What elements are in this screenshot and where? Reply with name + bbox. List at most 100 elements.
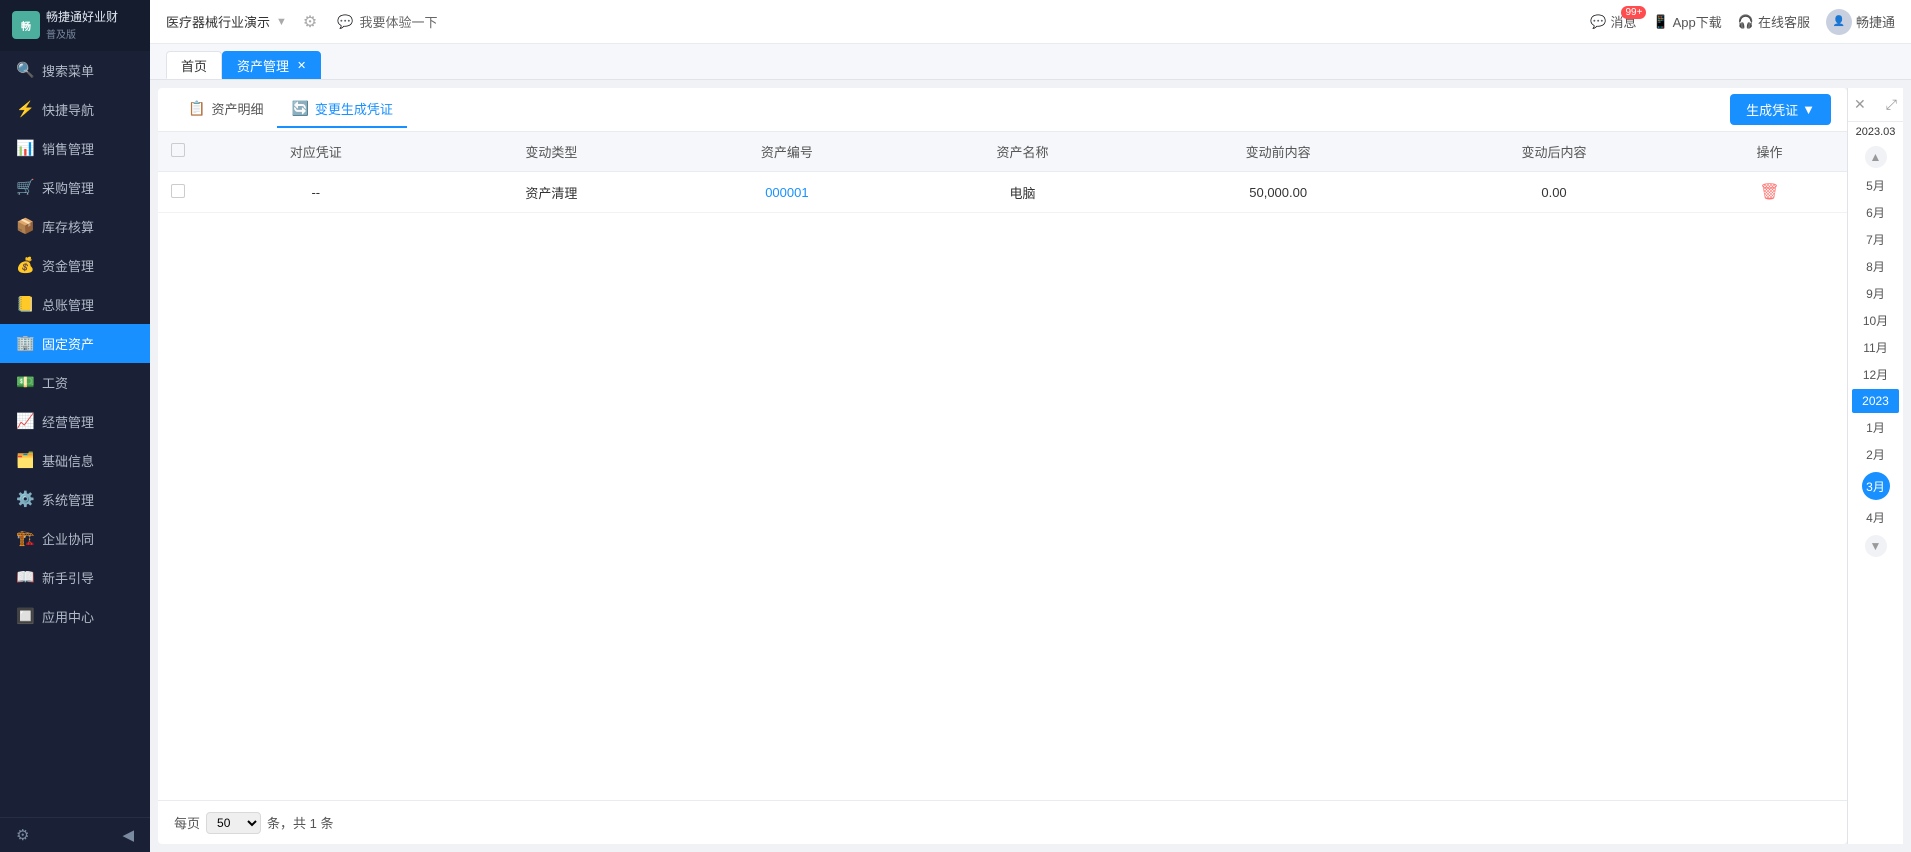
sidebar-item-app-center[interactable]: 🔲 应用中心	[0, 597, 150, 636]
book-icon: 📒	[16, 295, 34, 313]
subtab-change-voucher[interactable]: 🔄 变更生成凭证	[277, 91, 406, 128]
table-header-row: 对应凭证 变动类型 资产编号 资产名称 变动前内容 变动后内容 操作	[158, 132, 1847, 172]
app-download-btn[interactable]: 📱 App下载	[1652, 12, 1721, 31]
month-12[interactable]: 12月	[1848, 361, 1903, 388]
settings-icon[interactable]: ⚙	[16, 826, 29, 844]
building-icon: 🏢	[16, 334, 34, 352]
message-icon: 💬	[1590, 14, 1606, 30]
row-checkbox[interactable]	[171, 184, 185, 198]
month-11[interactable]: 11月	[1848, 334, 1903, 361]
cart-icon: 🛒	[16, 178, 34, 196]
col-voucher: 对应凭证	[198, 132, 434, 172]
tab-close-icon[interactable]: ✕	[297, 59, 306, 72]
tab-asset-mgmt-label: 资产管理	[237, 56, 289, 75]
topbar-gear-icon[interactable]: ⚙	[303, 12, 317, 32]
per-page-select[interactable]: 50 10 20 100	[206, 812, 261, 834]
subtab-asset-detail[interactable]: 📋 资产明细	[174, 91, 277, 128]
logo-edition: 普及版	[46, 26, 118, 41]
tab-home[interactable]: 首页	[166, 51, 222, 79]
year-2023-label[interactable]: 2023	[1852, 389, 1899, 413]
col-asset-name: 资产名称	[905, 132, 1141, 172]
avatar: 👤	[1826, 9, 1852, 35]
per-page-label: 每页	[174, 813, 200, 832]
row-before-change: 50,000.00	[1140, 172, 1416, 213]
sidebar-item-purchase[interactable]: 🛒 采购管理	[0, 168, 150, 207]
month-6[interactable]: 6月	[1848, 199, 1903, 226]
row-operation: 🗑	[1692, 172, 1847, 213]
collapse-icon[interactable]: ◀	[122, 826, 134, 844]
sidebar-item-system[interactable]: ⚙️ 系统管理	[0, 480, 150, 519]
month-9[interactable]: 9月	[1848, 280, 1903, 307]
user-menu-btn[interactable]: 👤 畅捷通	[1826, 9, 1895, 35]
sidebar-item-inventory[interactable]: 📦 库存核算	[0, 207, 150, 246]
right-panel-close-icon[interactable]: ✕	[1854, 96, 1866, 113]
sidebar-item-label: 企业协同	[42, 529, 94, 548]
sidebar-item-guide[interactable]: 📖 新手引导	[0, 558, 150, 597]
company-name: 医疗器械行业演示	[166, 12, 270, 31]
delete-icon[interactable]: 🗑	[1759, 184, 1779, 201]
pagination: 每页 50 10 20 100 条，共 1 条	[158, 800, 1847, 844]
row-voucher: --	[198, 172, 434, 213]
sidebar-item-enterprise[interactable]: 🏗️ 企业协同	[0, 519, 150, 558]
money-icon: 💰	[16, 256, 34, 274]
topbar: 医疗器械行业演示 ▼ ⚙ 💬 我要体验一下 💬 消息 99+ 📱 App下载 🎧…	[150, 0, 1911, 44]
scroll-up-btn[interactable]: ▲	[1865, 146, 1887, 168]
col-before-change: 变动前内容	[1140, 132, 1416, 172]
col-asset-code: 资产编号	[669, 132, 905, 172]
message-badge: 99+	[1621, 6, 1646, 19]
generate-voucher-button[interactable]: 生成凭证 ▼	[1730, 94, 1831, 125]
experience-text: 我要体验一下	[359, 12, 437, 31]
tab-asset-mgmt[interactable]: 资产管理 ✕	[222, 51, 321, 79]
sidebar-item-label: 基础信息	[42, 451, 94, 470]
sidebar-item-label: 搜索菜单	[42, 61, 94, 80]
month-2[interactable]: 2月	[1848, 441, 1903, 468]
sidebar-item-label: 应用中心	[42, 607, 94, 626]
trend-icon: 📈	[16, 412, 34, 430]
sidebar-item-quick-nav[interactable]: ⚡ 快捷导航	[0, 90, 150, 129]
chart-icon: 📊	[16, 139, 34, 157]
sidebar-item-funds[interactable]: 💰 资金管理	[0, 246, 150, 285]
sidebar-item-ledger[interactable]: 📒 总账管理	[0, 285, 150, 324]
total-label: 条，共 1 条	[267, 813, 333, 832]
sidebar-item-label: 库存核算	[42, 217, 94, 236]
table-row: -- 资产清理 000001 电脑 50,000.00 0.00 🗑	[158, 172, 1847, 213]
right-panel-expand-icon[interactable]: ⤢	[1886, 96, 1897, 113]
search-icon: 🔍	[16, 61, 34, 79]
sidebar-item-basic-info[interactable]: 🗂️ 基础信息	[0, 441, 150, 480]
row-checkbox-cell	[158, 172, 198, 213]
online-service-btn[interactable]: 🎧 在线客服	[1738, 12, 1810, 31]
sidebar-item-fixed-assets[interactable]: 🏢 固定资产	[0, 324, 150, 363]
scroll-down-btn[interactable]: ▼	[1865, 535, 1887, 557]
sidebar-item-operations[interactable]: 📈 经营管理	[0, 402, 150, 441]
tabbar: 首页 资产管理 ✕	[150, 44, 1911, 80]
experience-btn[interactable]: 💬 我要体验一下	[337, 12, 437, 31]
sidebar-item-search[interactable]: 🔍 搜索菜单	[0, 51, 150, 90]
month-7[interactable]: 7月	[1848, 226, 1903, 253]
month-8[interactable]: 8月	[1848, 253, 1903, 280]
message-btn[interactable]: 💬 消息 99+	[1590, 12, 1636, 31]
experience-icon: 💬	[337, 14, 353, 30]
subtab-bar: 📋 资产明细 🔄 变更生成凭证 生成凭证 ▼	[158, 88, 1847, 132]
right-panel-header: ✕ ⤢	[1848, 88, 1903, 122]
month-3-wrap: 3月	[1848, 470, 1903, 502]
col-operation: 操作	[1692, 132, 1847, 172]
sidebar-item-sales[interactable]: 📊 销售管理	[0, 129, 150, 168]
sidebar-item-salary[interactable]: 💵 工资	[0, 363, 150, 402]
select-all-checkbox[interactable]	[171, 143, 185, 157]
sidebar-item-label: 工资	[42, 373, 68, 392]
month-3[interactable]: 3月	[1862, 472, 1890, 500]
month-10[interactable]: 10月	[1848, 307, 1903, 334]
subtab-asset-detail-label: 资产明细	[211, 99, 263, 118]
table-icon: 📋	[188, 100, 205, 117]
month-4[interactable]: 4月	[1848, 504, 1903, 531]
chevron-down-icon: ▼	[1802, 102, 1815, 117]
sidebar-bottom: ⚙ ◀	[0, 817, 150, 852]
month-1[interactable]: 1月	[1848, 414, 1903, 441]
app-download-label: App下载	[1673, 12, 1722, 31]
row-after-change: 0.00	[1416, 172, 1692, 213]
company-selector[interactable]: 医疗器械行业演示 ▼	[166, 12, 287, 31]
topbar-right: 💬 消息 99+ 📱 App下载 🎧 在线客服 👤 畅捷通	[1590, 9, 1895, 35]
lightning-icon: ⚡	[16, 100, 34, 118]
logo-icon: 畅	[12, 11, 40, 39]
month-5[interactable]: 5月	[1848, 172, 1903, 199]
